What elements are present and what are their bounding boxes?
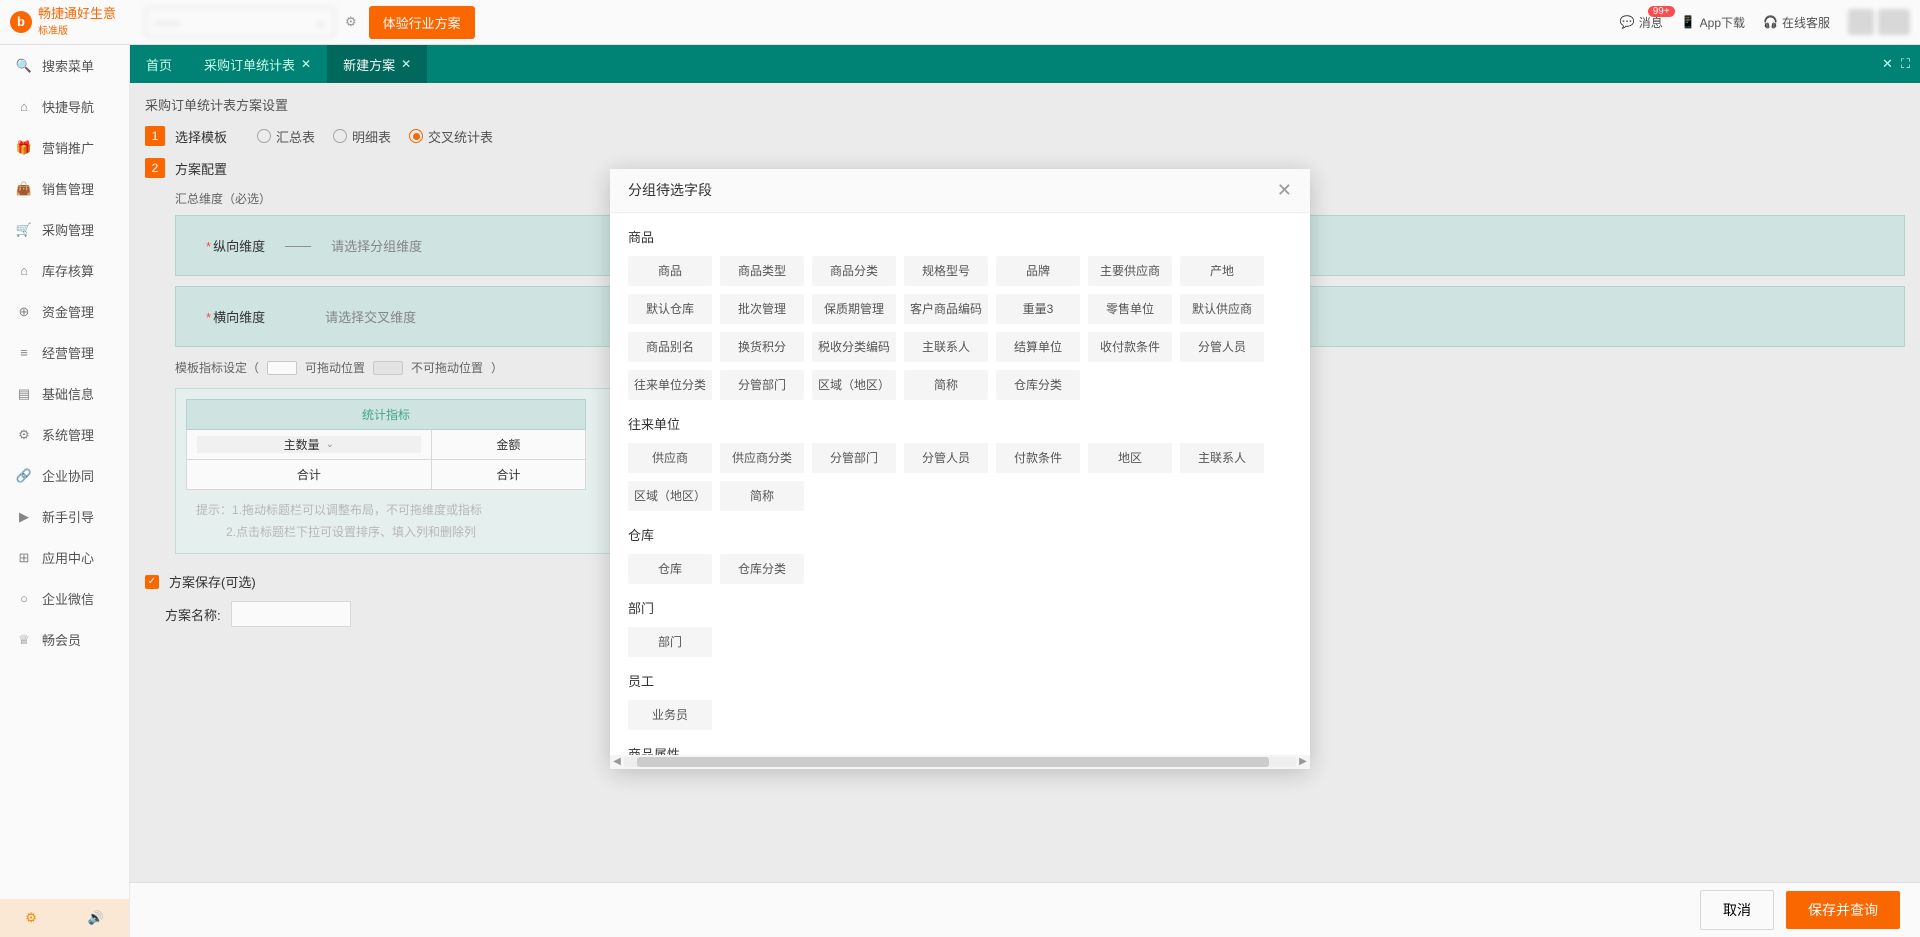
field-pill-0-11[interactable]: 重量3 <box>996 294 1080 324</box>
field-pill-0-20[interactable]: 分管人员 <box>1180 332 1264 362</box>
field-group-3: 部门部门 <box>628 598 1292 657</box>
field-pills: 商品商品类型商品分类规格型号品牌主要供应商产地默认仓库批次管理保质期管理客户商品… <box>628 256 1292 400</box>
field-pill-0-10[interactable]: 客户商品编码 <box>904 294 988 324</box>
field-pill-0-2[interactable]: 商品分类 <box>812 256 896 286</box>
field-pill-2-0[interactable]: 仓库 <box>628 554 712 584</box>
hscroll-track[interactable] <box>624 757 1296 767</box>
field-pill-0-6[interactable]: 产地 <box>1180 256 1264 286</box>
field-group-title: 部门 <box>628 598 1292 617</box>
field-pill-0-5[interactable]: 主要供应商 <box>1088 256 1172 286</box>
field-pill-0-8[interactable]: 批次管理 <box>720 294 804 324</box>
field-pill-1-3[interactable]: 分管人员 <box>904 443 988 473</box>
field-group-0: 商品商品商品类型商品分类规格型号品牌主要供应商产地默认仓库批次管理保质期管理客户… <box>628 227 1292 400</box>
field-pill-0-12[interactable]: 零售单位 <box>1088 294 1172 324</box>
field-group-title: 仓库 <box>628 525 1292 544</box>
field-pill-1-5[interactable]: 地区 <box>1088 443 1172 473</box>
field-group-title: 员工 <box>628 671 1292 690</box>
field-pill-0-18[interactable]: 结算单位 <box>996 332 1080 362</box>
field-pill-0-14[interactable]: 商品别名 <box>628 332 712 362</box>
field-pill-0-13[interactable]: 默认供应商 <box>1180 294 1264 324</box>
field-pill-0-22[interactable]: 分管部门 <box>720 370 804 400</box>
field-pill-0-3[interactable]: 规格型号 <box>904 256 988 286</box>
field-pill-1-4[interactable]: 付款条件 <box>996 443 1080 473</box>
field-pill-0-16[interactable]: 税收分类编码 <box>812 332 896 362</box>
field-pill-0-23[interactable]: 区域（地区） <box>812 370 896 400</box>
field-pill-0-9[interactable]: 保质期管理 <box>812 294 896 324</box>
field-pill-2-1[interactable]: 仓库分类 <box>720 554 804 584</box>
field-pill-0-25[interactable]: 仓库分类 <box>996 370 1080 400</box>
field-group-title: 商品 <box>628 227 1292 246</box>
modal-body: 商品商品商品类型商品分类规格型号品牌主要供应商产地默认仓库批次管理保质期管理客户… <box>610 213 1310 755</box>
field-pill-0-15[interactable]: 换货积分 <box>720 332 804 362</box>
field-pill-1-6[interactable]: 主联系人 <box>1180 443 1264 473</box>
field-pill-0-21[interactable]: 往来单位分类 <box>628 370 712 400</box>
field-group-2: 仓库仓库仓库分类 <box>628 525 1292 584</box>
field-pill-1-1[interactable]: 供应商分类 <box>720 443 804 473</box>
field-pills: 部门 <box>628 627 1292 657</box>
field-pills: 业务员 <box>628 700 1292 730</box>
field-pill-0-4[interactable]: 品牌 <box>996 256 1080 286</box>
field-pills: 仓库仓库分类 <box>628 554 1292 584</box>
field-pill-0-7[interactable]: 默认仓库 <box>628 294 712 324</box>
field-pill-1-8[interactable]: 简称 <box>720 481 804 511</box>
hscroll-left-icon[interactable]: ◀ <box>610 756 624 767</box>
field-pill-0-24[interactable]: 简称 <box>904 370 988 400</box>
field-pill-1-0[interactable]: 供应商 <box>628 443 712 473</box>
field-group-5: 商品属性属性颜色多规格尺码鞋码1 <box>628 744 1292 755</box>
modal-header: 分组待选字段 ✕ <box>610 169 1310 213</box>
modal-title: 分组待选字段 <box>628 180 712 200</box>
field-pill-4-0[interactable]: 业务员 <box>628 700 712 730</box>
field-pill-0-17[interactable]: 主联系人 <box>904 332 988 362</box>
field-pill-1-2[interactable]: 分管部门 <box>812 443 896 473</box>
field-group-title: 商品属性 <box>628 744 1292 755</box>
field-group-1: 往来单位供应商供应商分类分管部门分管人员付款条件地区主联系人区域（地区） 简称 <box>628 414 1292 511</box>
field-pill-0-1[interactable]: 商品类型 <box>720 256 804 286</box>
field-pill-1-7[interactable]: 区域（地区） <box>628 481 712 511</box>
field-group-4: 员工业务员 <box>628 671 1292 730</box>
modal-hscroll[interactable]: ◀ ▶ <box>610 755 1310 769</box>
field-pill-0-0[interactable]: 商品 <box>628 256 712 286</box>
field-pill-3-0[interactable]: 部门 <box>628 627 712 657</box>
field-pills: 供应商供应商分类分管部门分管人员付款条件地区主联系人区域（地区） 简称 <box>628 443 1292 511</box>
field-pill-0-19[interactable]: 收付款条件 <box>1088 332 1172 362</box>
modal-close-icon[interactable]: ✕ <box>1277 180 1292 201</box>
field-group-title: 往来单位 <box>628 414 1292 433</box>
field-select-modal: 分组待选字段 ✕ 商品商品商品类型商品分类规格型号品牌主要供应商产地默认仓库批次… <box>610 169 1310 769</box>
hscroll-thumb[interactable] <box>637 757 1269 767</box>
hscroll-right-icon[interactable]: ▶ <box>1296 756 1310 767</box>
